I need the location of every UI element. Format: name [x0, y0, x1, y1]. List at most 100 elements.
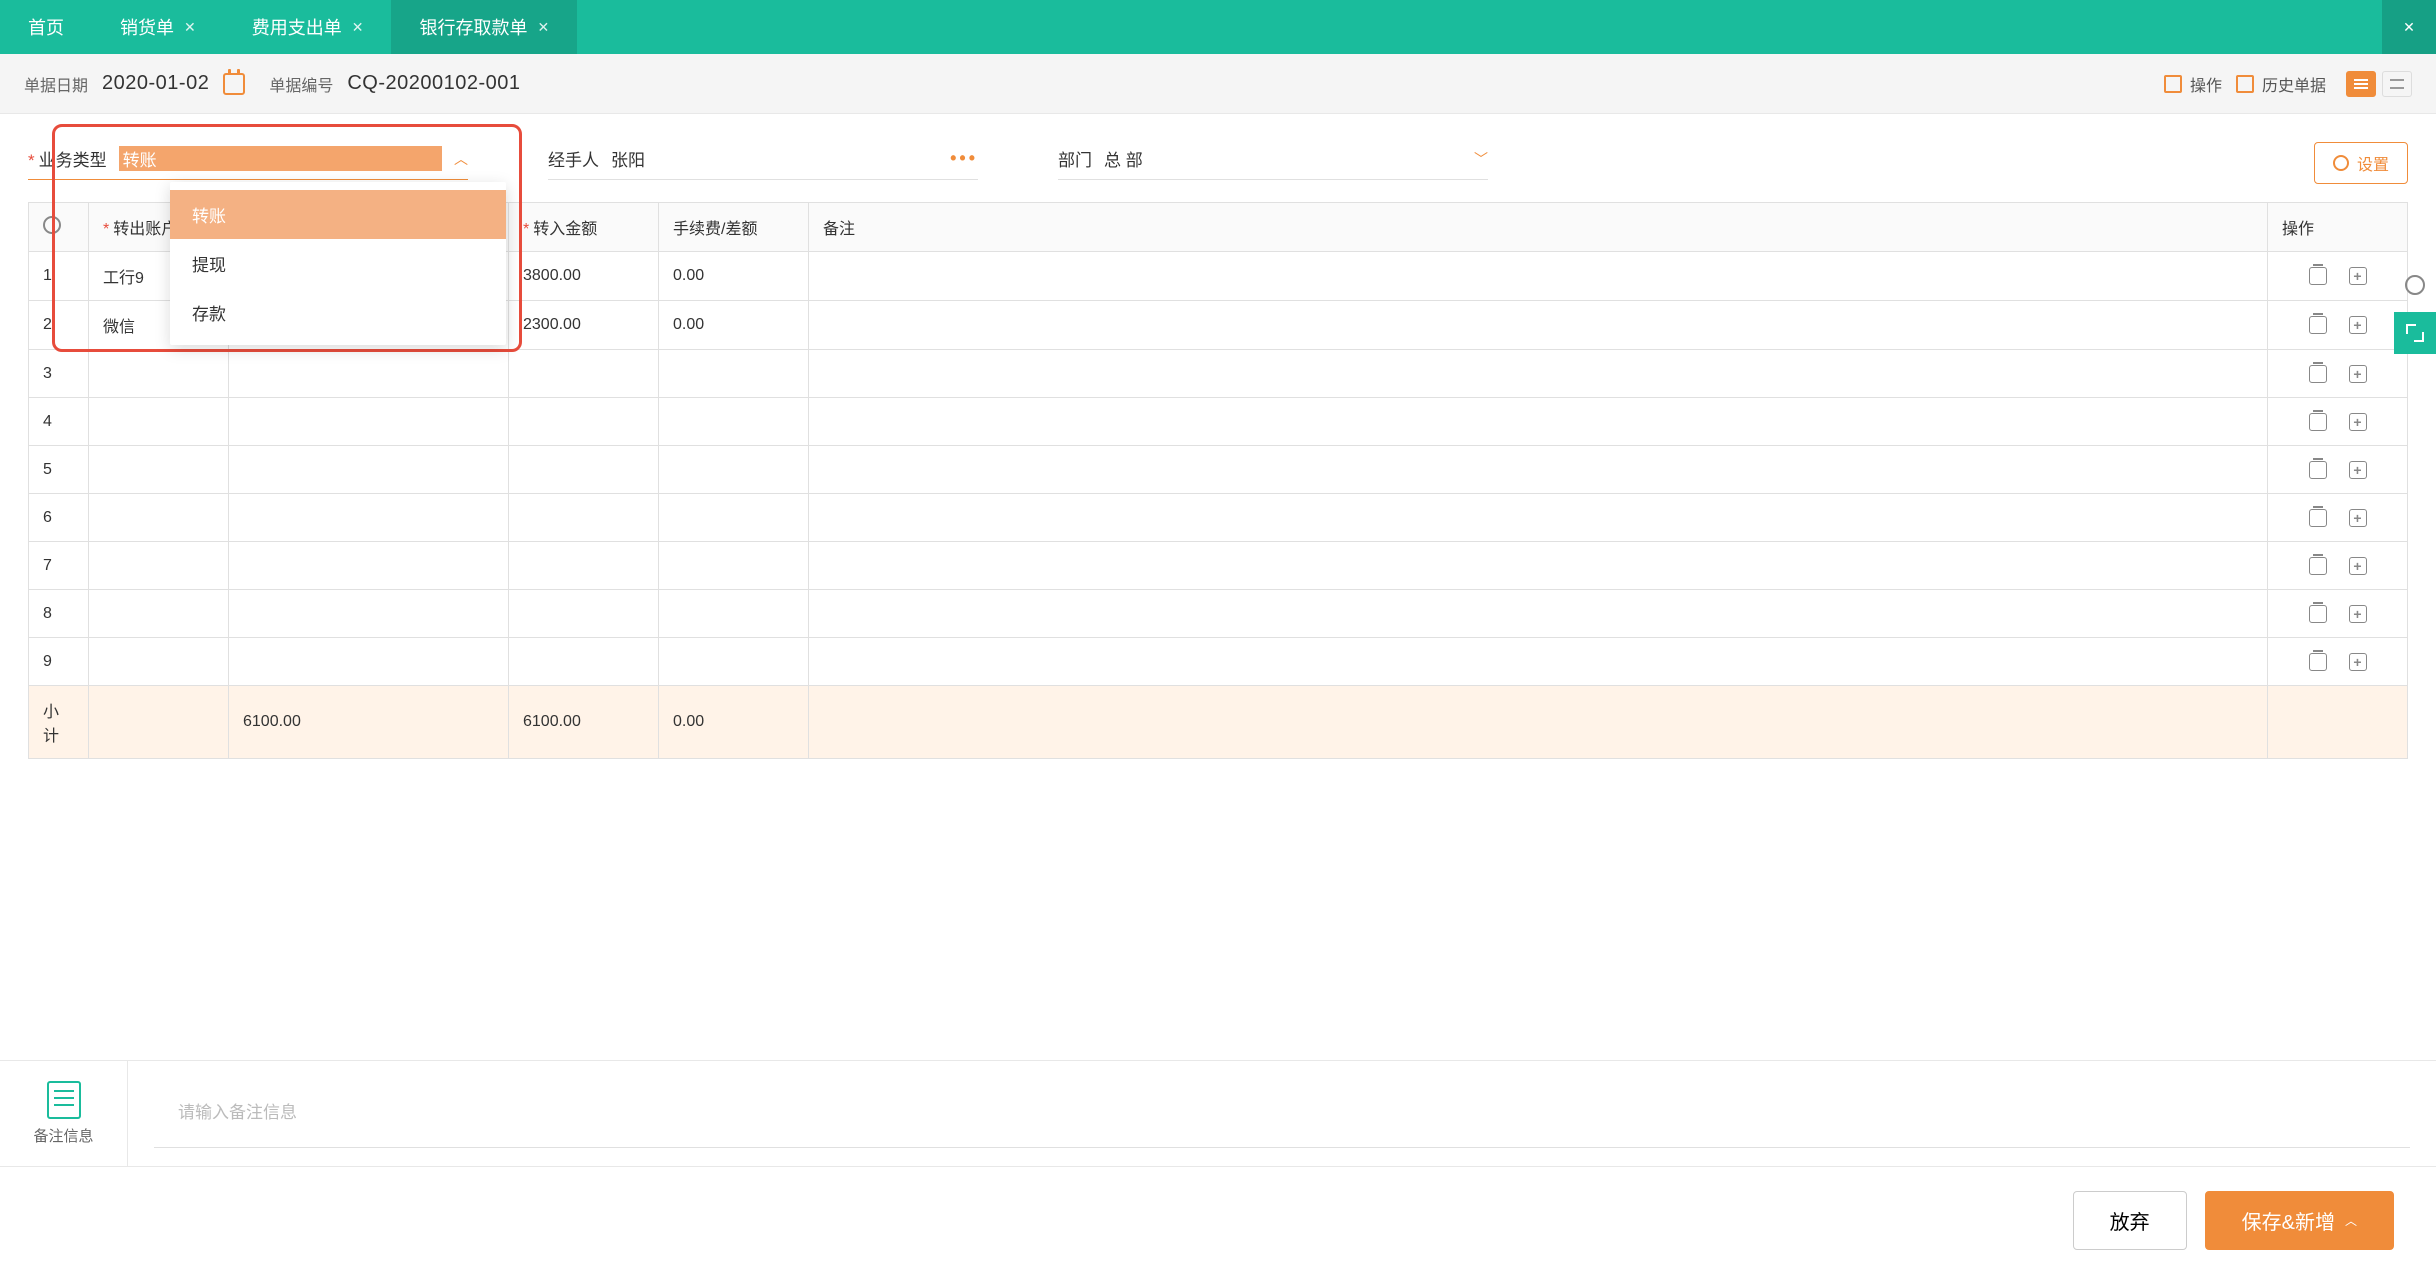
add-row-button[interactable]: [2349, 365, 2367, 383]
discard-button[interactable]: 放弃: [2073, 1191, 2187, 1250]
delete-row-button[interactable]: [2309, 413, 2327, 431]
delete-row-button[interactable]: [2309, 461, 2327, 479]
cell-in-account[interactable]: [229, 638, 509, 686]
row-index: 5: [29, 446, 89, 494]
add-row-button[interactable]: [2349, 557, 2367, 575]
cell-fee[interactable]: 0.00: [659, 301, 809, 350]
close-all-button[interactable]: ✕: [2382, 0, 2436, 54]
delete-row-button[interactable]: [2309, 509, 2327, 527]
add-row-button[interactable]: [2349, 413, 2367, 431]
remark-input[interactable]: [178, 1103, 2386, 1123]
delete-row-button[interactable]: [2309, 605, 2327, 623]
view-list-button[interactable]: [2346, 71, 2376, 97]
add-row-button[interactable]: [2349, 461, 2367, 479]
dropdown-option-transfer[interactable]: 转账: [170, 190, 506, 239]
cell-in-amount[interactable]: [509, 590, 659, 638]
cell-remark[interactable]: [809, 301, 2268, 350]
cell-remark[interactable]: [809, 398, 2268, 446]
table-row[interactable]: 6: [29, 494, 2408, 542]
add-row-button[interactable]: [2349, 316, 2367, 334]
cell-remark[interactable]: [809, 638, 2268, 686]
dept-field[interactable]: 部门 总 部 ﹀: [1058, 146, 1488, 180]
cell-in-amount[interactable]: [509, 638, 659, 686]
delete-row-button[interactable]: [2309, 653, 2327, 671]
cell-fee[interactable]: [659, 638, 809, 686]
cell-fee[interactable]: [659, 446, 809, 494]
delete-row-button[interactable]: [2309, 316, 2327, 334]
close-icon[interactable]: ✕: [184, 19, 196, 36]
cell-fee[interactable]: [659, 350, 809, 398]
link-button[interactable]: [2394, 264, 2436, 306]
close-icon[interactable]: ✕: [352, 19, 364, 36]
date-label: 单据日期: [24, 72, 88, 96]
cell-in-amount[interactable]: [509, 446, 659, 494]
cell-remark[interactable]: [809, 542, 2268, 590]
cell-remark[interactable]: [809, 252, 2268, 301]
tab-expense[interactable]: 费用支出单✕: [224, 0, 392, 54]
more-icon[interactable]: •••: [950, 148, 978, 169]
cell-out-account[interactable]: [89, 638, 229, 686]
add-row-button[interactable]: [2349, 653, 2367, 671]
cell-in-amount[interactable]: [509, 494, 659, 542]
date-value[interactable]: 2020-01-02: [102, 72, 209, 95]
subtotal-in: 6100.00: [509, 686, 659, 759]
dropdown-option-deposit[interactable]: 存款: [170, 288, 506, 337]
fee-header: 手续费/差额: [659, 203, 809, 252]
settings-column[interactable]: [29, 203, 89, 252]
add-row-button[interactable]: [2349, 509, 2367, 527]
close-icon[interactable]: ✕: [537, 19, 549, 36]
cell-remark[interactable]: [809, 590, 2268, 638]
add-row-button[interactable]: [2349, 267, 2367, 285]
cell-in-amount[interactable]: [509, 398, 659, 446]
cell-in-account[interactable]: [229, 446, 509, 494]
add-row-button[interactable]: [2349, 605, 2367, 623]
cell-in-account[interactable]: [229, 542, 509, 590]
view-card-button[interactable]: [2382, 71, 2412, 97]
cell-out-account[interactable]: [89, 542, 229, 590]
cell-out-account[interactable]: [89, 446, 229, 494]
cell-out-account[interactable]: [89, 494, 229, 542]
cell-in-amount[interactable]: [509, 542, 659, 590]
cell-fee[interactable]: 0.00: [659, 252, 809, 301]
table-row[interactable]: 4: [29, 398, 2408, 446]
cell-in-account[interactable]: [229, 494, 509, 542]
calendar-icon[interactable]: [223, 73, 245, 95]
cell-in-account[interactable]: [229, 590, 509, 638]
delete-row-button[interactable]: [2309, 365, 2327, 383]
cell-fee[interactable]: [659, 542, 809, 590]
cell-in-amount[interactable]: 3800.00: [509, 252, 659, 301]
cell-fee[interactable]: [659, 494, 809, 542]
tab-home[interactable]: 首页: [0, 0, 92, 54]
cell-fee[interactable]: [659, 590, 809, 638]
delete-row-button[interactable]: [2309, 267, 2327, 285]
settings-button[interactable]: 设置: [2314, 142, 2408, 184]
table-row[interactable]: 9: [29, 638, 2408, 686]
cell-fee[interactable]: [659, 398, 809, 446]
cell-in-amount[interactable]: [509, 350, 659, 398]
cell-in-account[interactable]: [229, 398, 509, 446]
table-row[interactable]: 5: [29, 446, 2408, 494]
save-add-button[interactable]: 保存&新增︿: [2205, 1191, 2394, 1250]
dropdown-option-withdraw[interactable]: 提现: [170, 239, 506, 288]
cell-remark[interactable]: [809, 446, 2268, 494]
tab-bank-transfer[interactable]: 银行存取款单✕: [391, 0, 577, 54]
delete-row-button[interactable]: [2309, 557, 2327, 575]
biz-type-field[interactable]: *业务类型 转账 ︿: [28, 146, 468, 180]
cell-remark[interactable]: [809, 350, 2268, 398]
subtotal-out: 6100.00: [229, 686, 509, 759]
cell-remark[interactable]: [809, 494, 2268, 542]
cell-out-account[interactable]: [89, 350, 229, 398]
history-link[interactable]: 历史单据: [2236, 72, 2326, 96]
table-row[interactable]: 8: [29, 590, 2408, 638]
handler-field[interactable]: 经手人 张阳 •••: [548, 146, 978, 180]
expand-button[interactable]: [2394, 312, 2436, 354]
cell-in-account[interactable]: [229, 350, 509, 398]
link-icon: [2401, 271, 2429, 299]
tab-sales[interactable]: 销货单✕: [92, 0, 224, 54]
cell-out-account[interactable]: [89, 590, 229, 638]
table-row[interactable]: 3: [29, 350, 2408, 398]
cell-in-amount[interactable]: 2300.00: [509, 301, 659, 350]
table-row[interactable]: 7: [29, 542, 2408, 590]
action-menu[interactable]: 操作: [2164, 72, 2222, 96]
cell-out-account[interactable]: [89, 398, 229, 446]
